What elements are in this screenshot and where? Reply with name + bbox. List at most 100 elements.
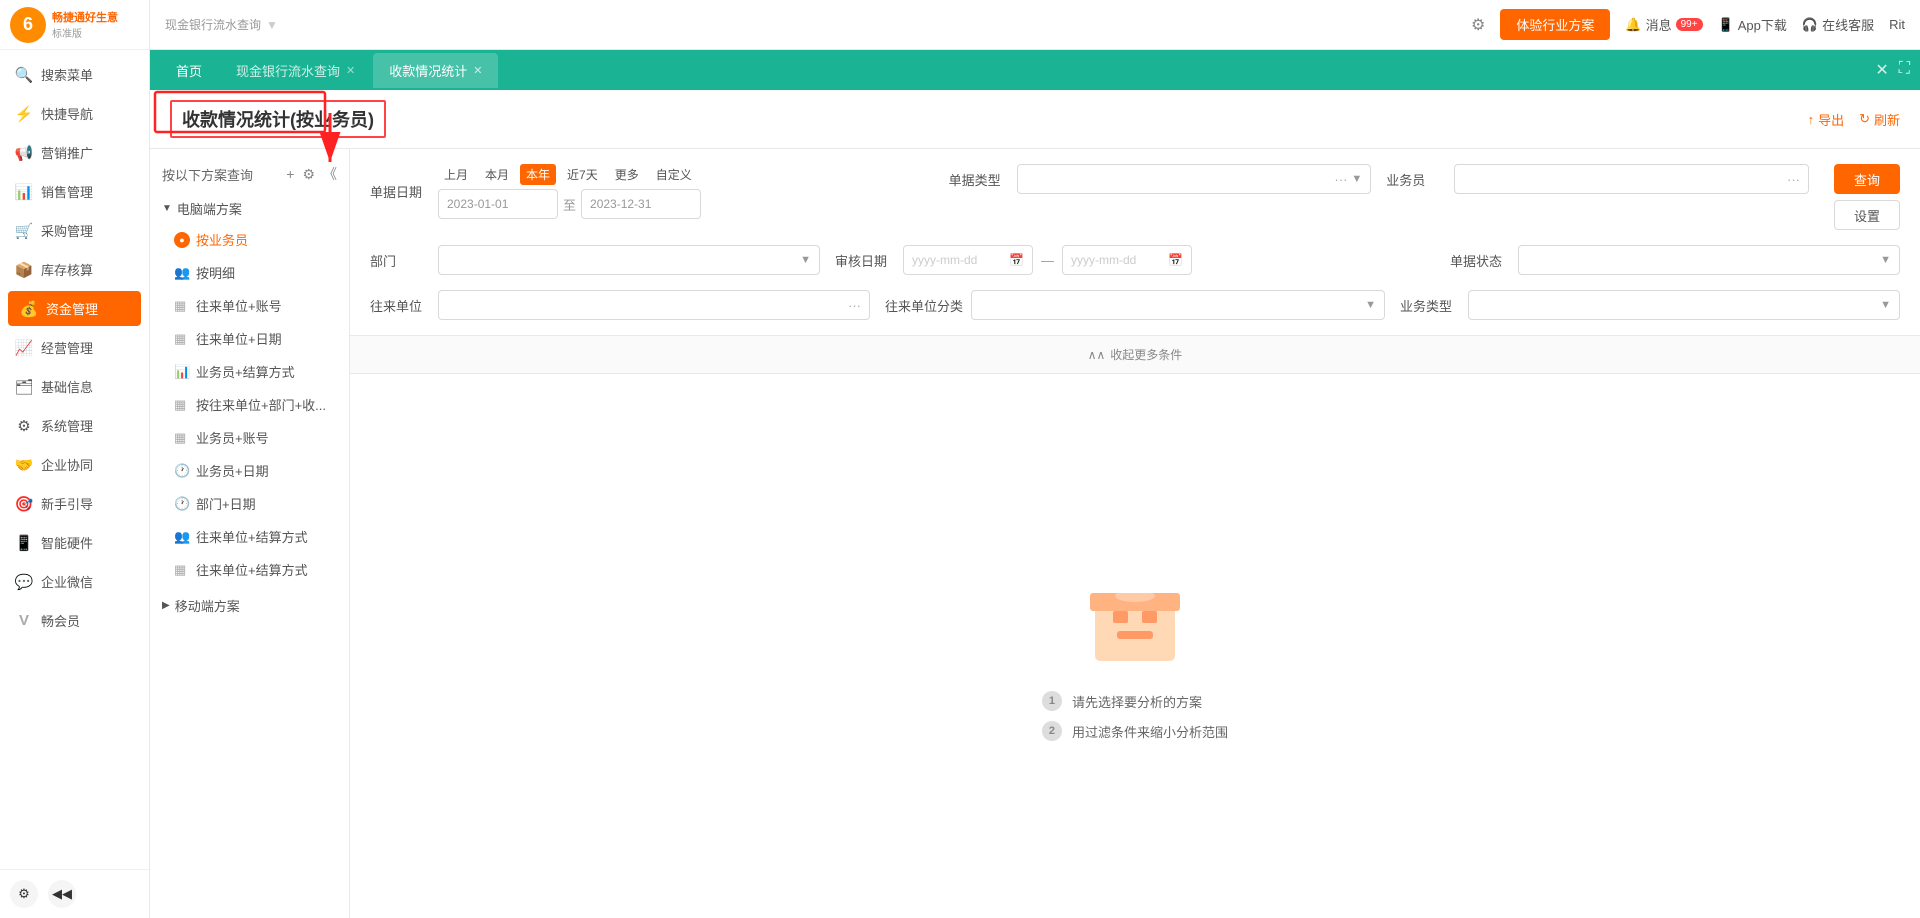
dept-select[interactable]: ▼: [438, 245, 820, 275]
bank-flow-tab-close-icon[interactable]: ✕: [346, 64, 355, 77]
tab-bank-flow[interactable]: 现金银行流水查询 ✕: [220, 53, 371, 88]
user-info[interactable]: Rit: [1889, 17, 1905, 32]
tab-maximize-icon[interactable]: ⛶: [1899, 60, 1910, 80]
logo-text-area: 畅捷通好生意 标准版: [52, 9, 118, 40]
sidebar-item-system[interactable]: ⚙ 系统管理: [0, 406, 149, 445]
sidebar-item-smart-hw[interactable]: 📱 智能硬件: [0, 523, 149, 562]
scheme-item-salesman-date[interactable]: 🕐 业务员+日期: [150, 454, 349, 487]
settings-button[interactable]: 设置: [1834, 200, 1900, 230]
sidebar-item-label-quicknav: 快捷导航: [41, 104, 93, 123]
date-shortcut-custom[interactable]: 自定义: [650, 164, 698, 185]
scheme-group-mobile-title[interactable]: ▶ 移动端方案: [150, 591, 349, 620]
collapse-bar[interactable]: ∧∧ 收起更多条件: [350, 336, 1920, 374]
doc-type-more-icon[interactable]: ···: [1334, 172, 1347, 187]
sidebar-item-sales[interactable]: 📊 销售管理: [0, 172, 149, 211]
export-button[interactable]: ↑ 导出: [1808, 110, 1845, 129]
refresh-button[interactable]: ↻ 刷新: [1859, 110, 1900, 129]
scheme-item-unit-account[interactable]: ▦ 往来单位+账号: [150, 289, 349, 322]
sidebar-item-purchase[interactable]: 🛒 采购管理: [0, 211, 149, 250]
notification-item[interactable]: 🔔 消息 99+: [1625, 15, 1702, 34]
scheme-group-desktop-title[interactable]: ▼ 电脑端方案: [150, 194, 349, 223]
sidebar-item-inventory[interactable]: 📦 库存核算: [0, 250, 149, 289]
calendar-start-icon[interactable]: 📅: [1009, 253, 1024, 267]
sidebar-item-finance[interactable]: 💰 资金管理: [8, 291, 141, 326]
page-header-actions: ↑ 导出 ↻ 刷新: [1808, 110, 1900, 129]
scheme-item-unit-date[interactable]: ▦ 往来单位+日期: [150, 322, 349, 355]
add-scheme-icon[interactable]: +: [286, 166, 294, 182]
marketing-icon: 📢: [15, 144, 33, 162]
breadcrumb-chevron-icon: ▼: [266, 18, 278, 32]
logo-area: 6 畅捷通好生意 标准版: [0, 0, 149, 50]
sidebar-item-guide[interactable]: 🎯 新手引导: [0, 484, 149, 523]
topbar: 现金银行流水查询 ▼ ⚙ 体验行业方案 🔔 消息 99+ 📱 App下载 🎧 在…: [150, 0, 1920, 50]
scheme-header-text: 按以下方案查询: [162, 165, 253, 184]
date-shortcut-7days[interactable]: 近7天: [561, 164, 604, 185]
customer-service-item[interactable]: 🎧 在线客服: [1802, 15, 1874, 34]
empty-illustration: [1075, 551, 1195, 671]
scheme-item-by-salesman[interactable]: ● 按业务员: [150, 223, 349, 256]
scheme-item-salesman-account[interactable]: ▦ 业务员+账号: [150, 421, 349, 454]
sidebar-item-operations[interactable]: 📈 经营管理: [0, 328, 149, 367]
sidebar-item-label-base-info: 基础信息: [41, 377, 93, 396]
page-header: 收款情况统计(按业务员) ↑ 导出 ↻ 刷新: [150, 90, 1920, 149]
scheme-item-label-unit-calc2: 往来单位+结算方式: [196, 560, 308, 579]
date-shortcut-this-month[interactable]: 本月: [479, 164, 515, 185]
review-date-start-input[interactable]: yyyy-mm-dd 📅: [903, 245, 1033, 275]
inventory-icon: 📦: [15, 261, 33, 279]
settings-scheme-icon[interactable]: ⚙: [302, 166, 315, 183]
business-type-select[interactable]: ▼: [1468, 290, 1900, 320]
salesman-more-icon[interactable]: ···: [1787, 172, 1800, 187]
date-start-input[interactable]: 2023-01-01: [438, 189, 558, 219]
salesman-dot-icon: ●: [174, 232, 190, 248]
scheme-item-unit-calc1[interactable]: 👥 往来单位+结算方式: [150, 520, 349, 553]
sidebar-item-enterprise[interactable]: 🤝 企业协同: [0, 445, 149, 484]
sidebar-item-search-menu[interactable]: 🔍 搜索菜单: [0, 55, 149, 94]
scheme-item-label-salesman-date: 业务员+日期: [196, 461, 269, 480]
app-download-item[interactable]: 📱 App下载: [1718, 15, 1787, 34]
export-label: 导出: [1818, 110, 1844, 129]
salesman-select[interactable]: ···: [1454, 164, 1809, 194]
doc-status-select[interactable]: ▼: [1518, 245, 1900, 275]
sidebar-item-base-info[interactable]: 🗂 基础信息: [0, 367, 149, 406]
salesman-calc-icon: 📊: [174, 364, 190, 380]
breadcrumb: 现金银行流水查询 ▼: [165, 16, 1461, 33]
partner-more-icon[interactable]: ···: [848, 298, 861, 313]
search-panel: 单据日期 上月 本月 本年 近7天 更多 自定义: [350, 149, 1920, 918]
dept-date-icon: 🕐: [174, 496, 190, 512]
sidebar-item-quick-nav[interactable]: ⚡ 快捷导航: [0, 94, 149, 133]
tab-close-all-icon[interactable]: ✕: [1875, 60, 1888, 80]
wechat-icon: 💬: [15, 573, 33, 591]
settings-bottom-icon[interactable]: ⚙: [10, 880, 38, 908]
query-button[interactable]: 查询: [1834, 164, 1900, 194]
sidebar-item-label-sales: 销售管理: [41, 182, 93, 201]
scheme-item-unit-calc2[interactable]: ▦ 往来单位+结算方式: [150, 553, 349, 586]
tab-collection[interactable]: 收款情况统计 ✕: [373, 53, 498, 88]
date-shortcut-last-month[interactable]: 上月: [438, 164, 474, 185]
scheme-item-salesman-calc[interactable]: 📊 业务员+结算方式: [150, 355, 349, 388]
gear-topbar-icon[interactable]: ⚙: [1471, 15, 1485, 35]
sidebar-item-member[interactable]: V 畅会员: [0, 601, 149, 640]
review-date-end-input[interactable]: yyyy-mm-dd 📅: [1062, 245, 1192, 275]
scheme-group-mobile: ▶ 移动端方案: [150, 591, 349, 620]
doc-type-select[interactable]: ··· ▼: [1017, 164, 1372, 194]
trial-industry-button[interactable]: 体验行业方案: [1500, 9, 1610, 40]
collapse-bottom-icon[interactable]: ◀◀: [48, 880, 76, 908]
scheme-item-dept-date[interactable]: 🕐 部门+日期: [150, 487, 349, 520]
partner-category-select[interactable]: ▼: [971, 290, 1385, 320]
date-shortcut-this-year[interactable]: 本年: [520, 164, 556, 185]
tab-home[interactable]: 首页: [160, 53, 218, 88]
scheme-item-unit-dept[interactable]: ▦ 按往来单位+部门+收...: [150, 388, 349, 421]
sidebar-item-wechat[interactable]: 💬 企业微信: [0, 562, 149, 601]
calendar-end-icon[interactable]: 📅: [1168, 253, 1183, 267]
date-end-input[interactable]: 2023-12-31: [581, 189, 701, 219]
collection-tab-close-icon[interactable]: ✕: [473, 64, 482, 77]
sidebar-item-marketing[interactable]: 📢 营销推广: [0, 133, 149, 172]
scheme-item-label-salesman-calc: 业务员+结算方式: [196, 362, 295, 381]
date-label: 单据日期: [370, 182, 430, 201]
scheme-item-label-unit-account: 往来单位+账号: [196, 296, 282, 315]
partner-select[interactable]: ···: [438, 290, 870, 320]
sidebar-item-label-wechat: 企业微信: [41, 572, 93, 591]
date-shortcut-more[interactable]: 更多: [609, 164, 645, 185]
collapse-scheme-icon[interactable]: 《: [323, 164, 337, 184]
scheme-item-by-detail[interactable]: 👥 按明细: [150, 256, 349, 289]
